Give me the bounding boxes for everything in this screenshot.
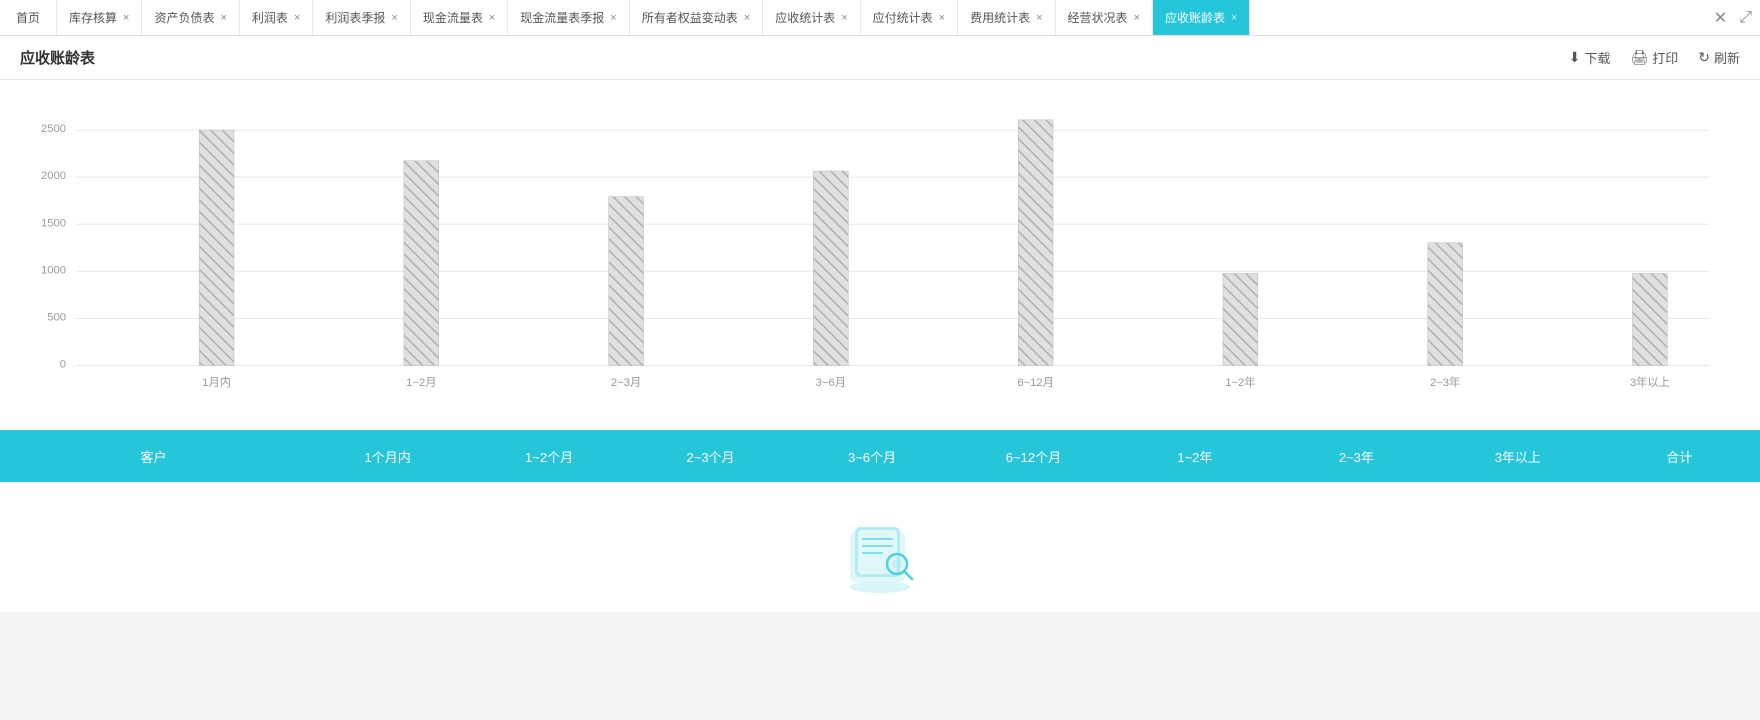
tab-balance-sheet[interactable]: 资产负债表 ×: [142, 0, 239, 36]
page-title: 应收账龄表: [20, 47, 95, 68]
refresh-label: 刷新: [1714, 48, 1740, 67]
col-y23: 2~3年: [1276, 447, 1437, 466]
svg-text:0: 0: [60, 359, 66, 371]
col-m1: 1个月内: [307, 447, 468, 466]
main-content: 0 500 1000 1500 2000 2500: [0, 80, 1760, 612]
empty-icon: [830, 512, 930, 602]
print-button[interactable]: 🖨 打印: [1630, 48, 1678, 67]
col-m12: 1~2个月: [468, 447, 629, 466]
tab-close-icon[interactable]: ×: [939, 12, 945, 24]
bar-12year: [1223, 273, 1258, 365]
print-label: 打印: [1652, 48, 1678, 67]
tab-label: 所有者权益变动表: [642, 9, 738, 26]
tab-label: 应收账龄表: [1165, 9, 1225, 26]
table-header: 客户 1个月内 1~2个月 2~3个月 3~6个月 6~12个月 1~2年 2~…: [0, 430, 1760, 482]
tab-ar-stats[interactable]: 应收统计表 ×: [763, 0, 860, 36]
tab-inventory[interactable]: 库存核算 ×: [57, 0, 142, 36]
tab-label: 资产负债表: [154, 9, 214, 26]
refresh-button[interactable]: ↻ 刷新: [1698, 48, 1740, 67]
col-y3plus: 3年以上: [1437, 447, 1598, 466]
x-label-12year: 1~2年: [1225, 375, 1255, 389]
col-y12: 1~2年: [1114, 447, 1275, 466]
x-label-612month: 6~12月: [1017, 377, 1054, 389]
svg-text:1000: 1000: [41, 264, 66, 276]
tab-label: 现金流量表: [423, 9, 483, 26]
print-icon: 🖨: [1630, 49, 1648, 66]
home-tab-label: 首页: [16, 9, 40, 26]
bar-3yearplus: [1633, 273, 1668, 365]
tab-close-icon[interactable]: ×: [744, 12, 750, 24]
window-controls: ✕ ⤢: [1706, 8, 1760, 28]
x-label-23year: 2~3年: [1430, 375, 1460, 389]
tab-bar: 首页 库存核算 × 资产负债表 × 利润表 × 利润表季报 × 现金流量表 × …: [0, 0, 1760, 36]
header-actions: ⬇ 下载 🖨 打印 ↻ 刷新: [1569, 48, 1740, 67]
x-label-1month: 1月内: [202, 375, 231, 389]
tab-home[interactable]: 首页: [0, 0, 57, 36]
bar-36month: [813, 171, 848, 366]
tab-close-icon[interactable]: ×: [610, 12, 616, 24]
tab-label: 现金流量表季报: [520, 9, 604, 26]
tab-close-icon[interactable]: ×: [1036, 12, 1042, 24]
svg-text:500: 500: [47, 312, 66, 324]
col-m36: 3~6个月: [791, 447, 952, 466]
close-window-icon[interactable]: ✕: [1714, 8, 1727, 28]
bar-1month: [199, 130, 234, 365]
refresh-icon: ↻: [1698, 49, 1710, 66]
col-m612: 6~12个月: [953, 447, 1114, 466]
tab-label: 库存核算: [69, 9, 117, 26]
tab-close-icon[interactable]: ×: [220, 12, 226, 24]
col-total: 合计: [1599, 447, 1760, 466]
tab-close-icon[interactable]: ×: [1134, 12, 1140, 24]
svg-text:2000: 2000: [41, 170, 66, 182]
tab-label: 利润表季报: [325, 9, 385, 26]
tab-label: 费用统计表: [970, 9, 1030, 26]
tab-label: 应付统计表: [873, 9, 933, 26]
bar-23month: [609, 197, 644, 366]
tab-close-icon[interactable]: ×: [391, 12, 397, 24]
svg-text:2500: 2500: [41, 123, 66, 135]
empty-state: [0, 482, 1760, 612]
page-header: 应收账龄表 ⬇ 下载 🖨 打印 ↻ 刷新: [0, 36, 1760, 80]
x-label-12month: 1~2月: [406, 377, 436, 389]
tab-label: 经营状况表: [1068, 9, 1128, 26]
tab-profit[interactable]: 利润表 ×: [240, 0, 313, 36]
tab-ar-aging[interactable]: 应收账龄表 ×: [1153, 0, 1250, 36]
bar-612month: [1018, 120, 1053, 366]
bar-chart: 0 500 1000 1500 2000 2500: [20, 90, 1740, 420]
x-label-23month: 2~3月: [611, 377, 641, 389]
tab-profit-q[interactable]: 利润表季报 ×: [313, 0, 410, 36]
tab-close-icon[interactable]: ×: [294, 12, 300, 24]
maximize-window-icon[interactable]: ⤢: [1739, 9, 1752, 27]
chart-area: 0 500 1000 1500 2000 2500: [0, 80, 1760, 430]
x-label-36month: 3~6月: [816, 377, 846, 389]
svg-text:1500: 1500: [41, 217, 66, 229]
tab-label: 应收统计表: [775, 9, 835, 26]
col-customer: 客户: [0, 447, 307, 466]
tab-close-icon[interactable]: ×: [841, 12, 847, 24]
bar-12month: [404, 161, 439, 366]
download-icon: ⬇: [1569, 49, 1581, 66]
tab-operations[interactable]: 经营状况表 ×: [1056, 0, 1153, 36]
col-m23: 2~3个月: [630, 447, 791, 466]
download-label: 下载: [1584, 48, 1610, 67]
download-button[interactable]: ⬇ 下载: [1569, 48, 1611, 67]
tab-ap-stats[interactable]: 应付统计表 ×: [861, 0, 958, 36]
bar-23year: [1428, 243, 1463, 366]
tab-label: 利润表: [252, 9, 288, 26]
tab-cashflow[interactable]: 现金流量表 ×: [411, 0, 508, 36]
tab-close-icon[interactable]: ×: [123, 12, 129, 24]
tab-cashflow-q[interactable]: 现金流量表季报 ×: [508, 0, 629, 36]
x-label-3yearplus: 3年以上: [1630, 375, 1670, 389]
tab-close-icon[interactable]: ×: [489, 12, 495, 24]
tab-close-icon[interactable]: ×: [1231, 12, 1237, 24]
tab-equity[interactable]: 所有者权益变动表 ×: [630, 0, 763, 36]
tab-expense[interactable]: 费用统计表 ×: [958, 0, 1055, 36]
